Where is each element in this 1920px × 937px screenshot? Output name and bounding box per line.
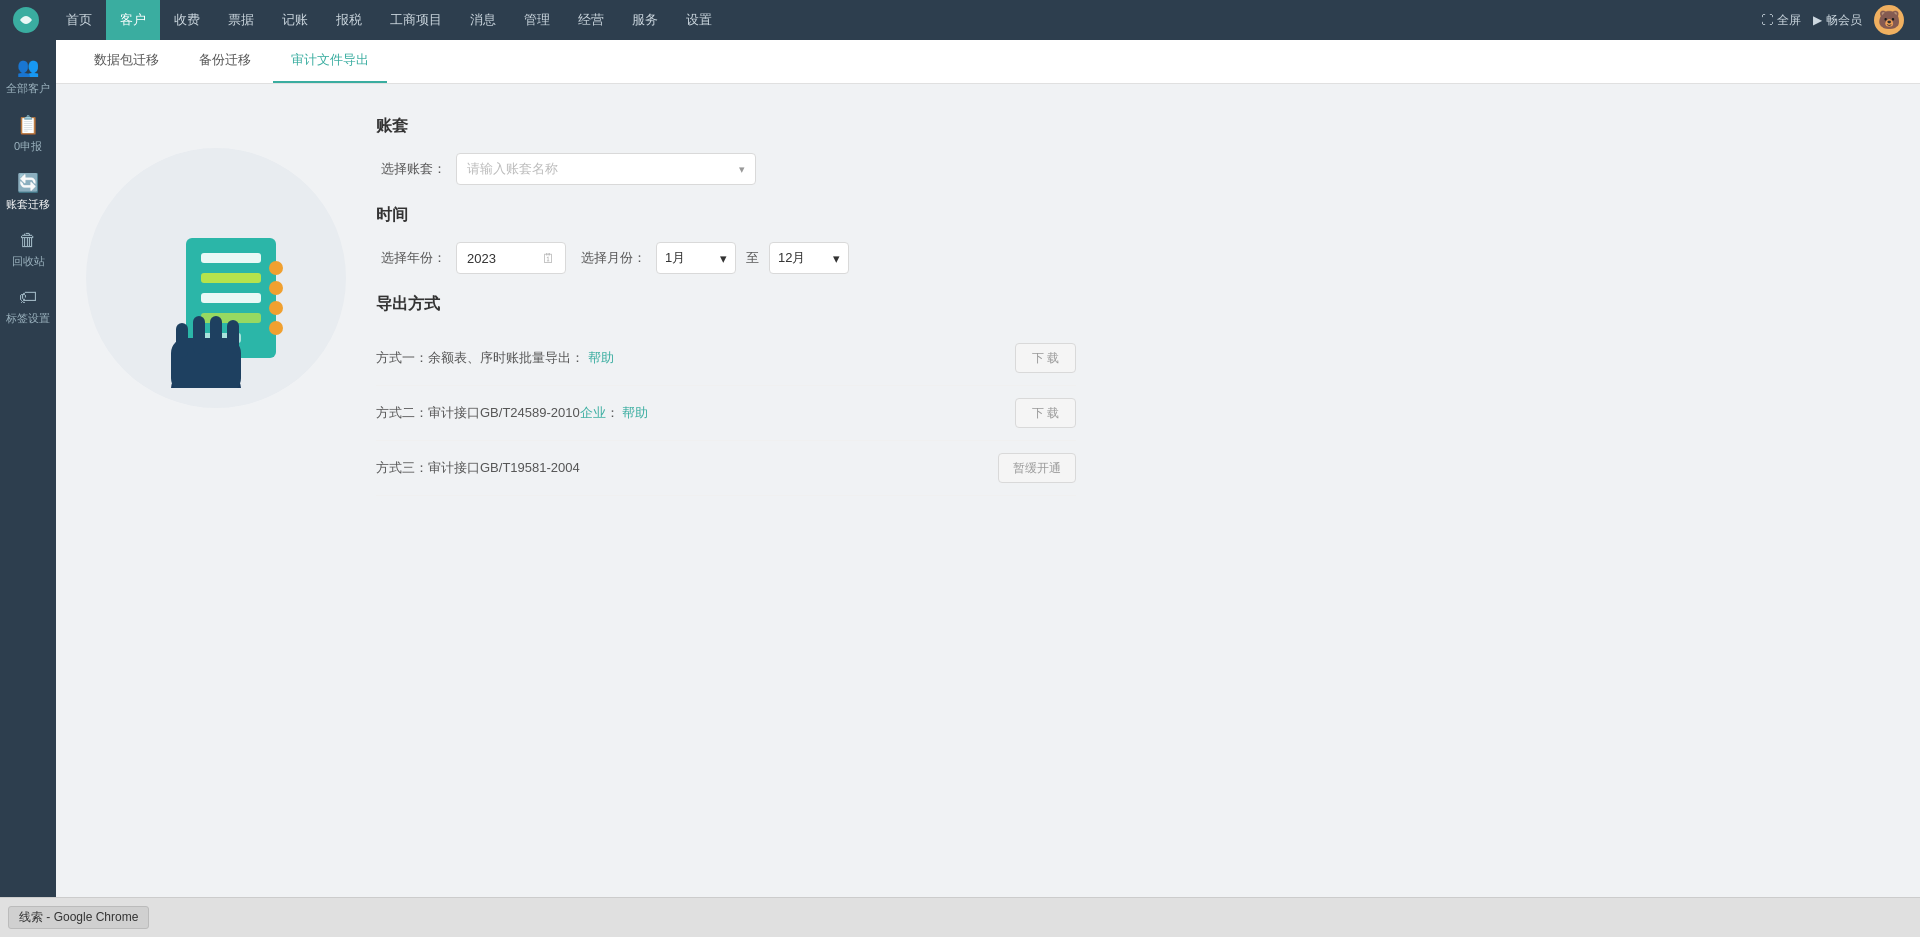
top-nav-right: ⛶ 全屏 ▶ 畅会员 🐻 (1761, 5, 1920, 35)
page-content: 账套 选择账套： 请输入账套名称 ▾ 时间 选择年份： 2023 (56, 84, 1920, 897)
svg-rect-3 (201, 273, 261, 283)
help-link-2[interactable]: 帮助 (622, 405, 648, 420)
account-select-label: 选择账套： (376, 160, 446, 178)
time-section-title: 时间 (376, 205, 1076, 226)
enterprise-label: 企业 (580, 405, 606, 420)
time-row: 选择年份： 2023 🗓 选择月份： 1月 ▾ 至 12月 ▾ (376, 242, 1076, 274)
nav-manage[interactable]: 管理 (510, 0, 564, 40)
svg-rect-2 (201, 253, 261, 263)
account-placeholder: 请输入账套名称 (467, 160, 558, 178)
chevron-down-icon: ▾ (739, 163, 745, 176)
svg-rect-13 (176, 323, 188, 358)
sidebar: 👥 全部客户 📋 0申报 🔄 账套迁移 🗑 回收站 🏷 标签设置 (0, 40, 56, 897)
month-to-value: 12月 (778, 249, 805, 267)
download-button-2[interactable]: 下 载 (1015, 398, 1076, 428)
nav-customer[interactable]: 客户 (106, 0, 160, 40)
nav-bookkeeping[interactable]: 记账 (268, 0, 322, 40)
illustration-svg (116, 168, 316, 388)
tab-data-migration[interactable]: 数据包迁移 (76, 40, 177, 83)
account-section-title: 账套 (376, 116, 1076, 137)
sidebar-item-all-customers[interactable]: 👥 全部客户 (0, 48, 56, 104)
illustration-circle (86, 148, 346, 408)
svg-rect-4 (201, 293, 261, 303)
fullscreen-button[interactable]: ⛶ 全屏 (1761, 12, 1801, 29)
chevron-down-icon-month: ▾ (720, 251, 727, 266)
open-button[interactable]: 暂缓开通 (998, 453, 1076, 483)
export-method-1-text: 方式一：余额表、序时账批量导出： 帮助 (376, 349, 614, 367)
to-text: 至 (746, 249, 759, 267)
logo[interactable] (8, 2, 44, 38)
zero-declare-icon: 📋 (17, 114, 39, 136)
export-method-2-text: 方式二：审计接口GB/T24589-2010企业： 帮助 (376, 404, 648, 422)
content-area: 数据包迁移 备份迁移 审计文件导出 (56, 40, 1920, 897)
svg-rect-16 (227, 320, 239, 354)
member-icon: ▶ (1813, 13, 1822, 27)
year-input[interactable]: 2023 🗓 (456, 242, 566, 274)
tab-audit-export[interactable]: 审计文件导出 (273, 40, 387, 83)
sidebar-item-account-migrate[interactable]: 🔄 账套迁移 (0, 164, 56, 220)
sidebar-item-recycle[interactable]: 🗑 回收站 (0, 222, 56, 277)
svg-point-10 (269, 321, 283, 335)
account-select-box[interactable]: 请输入账套名称 ▾ (456, 153, 756, 185)
nav-billing[interactable]: 收费 (160, 0, 214, 40)
month-to-select[interactable]: 12月 ▾ (769, 242, 849, 274)
fullscreen-icon: ⛶ (1761, 13, 1773, 27)
form-area: 账套 选择账套： 请输入账套名称 ▾ 时间 选择年份： 2023 (376, 108, 1076, 873)
nav-service[interactable]: 服务 (618, 0, 672, 40)
account-select-row: 选择账套： 请输入账套名称 ▾ (376, 153, 1076, 185)
nav-invoice[interactable]: 票据 (214, 0, 268, 40)
nav-home[interactable]: 首页 (52, 0, 106, 40)
export-method-3-text: 方式三：审计接口GB/T19581-2004 (376, 459, 580, 477)
month-from-label: 选择月份： (576, 249, 646, 267)
nav-business[interactable]: 工商项目 (376, 0, 456, 40)
sidebar-item-zero-declare[interactable]: 📋 0申报 (0, 106, 56, 162)
account-input-wrap: 请输入账套名称 ▾ (456, 153, 756, 185)
taskbar-chrome[interactable]: 线索 - Google Chrome (8, 906, 149, 929)
all-customers-icon: 👥 (17, 56, 39, 78)
month-from-select[interactable]: 1月 ▾ (656, 242, 736, 274)
year-label: 选择年份： (376, 249, 446, 267)
month-from-value: 1月 (665, 249, 685, 267)
export-method-1: 方式一：余额表、序时账批量导出： 帮助 下 载 (376, 331, 1076, 386)
avatar[interactable]: 🐻 (1874, 5, 1904, 35)
export-method-3: 方式三：审计接口GB/T19581-2004 暂缓开通 (376, 441, 1076, 496)
export-method-2: 方式二：审计接口GB/T24589-2010企业： 帮助 下 载 (376, 386, 1076, 441)
svg-rect-15 (210, 316, 222, 354)
help-link-1[interactable]: 帮助 (588, 350, 614, 365)
nav-tax[interactable]: 报税 (322, 0, 376, 40)
taskbar: 线索 - Google Chrome (0, 897, 1920, 937)
svg-point-7 (269, 261, 283, 275)
tab-backup-migration[interactable]: 备份迁移 (181, 40, 269, 83)
recycle-icon: 🗑 (19, 230, 37, 251)
nav-settings[interactable]: 设置 (672, 0, 726, 40)
sidebar-item-tag-settings[interactable]: 🏷 标签设置 (0, 279, 56, 334)
member-button[interactable]: ▶ 畅会员 (1813, 12, 1862, 29)
tag-settings-icon: 🏷 (19, 287, 37, 308)
year-value: 2023 (467, 251, 496, 266)
nav-message[interactable]: 消息 (456, 0, 510, 40)
export-section-title: 导出方式 (376, 294, 1076, 315)
chevron-down-icon-month-to: ▾ (833, 251, 840, 266)
calendar-icon: 🗓 (542, 251, 555, 266)
svg-point-9 (269, 301, 283, 315)
illustration-container (86, 108, 346, 873)
export-section: 导出方式 方式一：余额表、序时账批量导出： 帮助 下 载 方式二：审计接口GB/… (376, 294, 1076, 496)
download-button-1[interactable]: 下 载 (1015, 343, 1076, 373)
account-migrate-icon: 🔄 (17, 172, 39, 194)
nav-operation[interactable]: 经营 (564, 0, 618, 40)
svg-rect-14 (193, 316, 205, 354)
top-nav-items: 首页 客户 收费 票据 记账 报税 工商项目 消息 管理 经营 服务 设置 (52, 0, 1761, 40)
tabs-bar: 数据包迁移 备份迁移 审计文件导出 (56, 40, 1920, 84)
svg-point-8 (269, 281, 283, 295)
main-layout: 👥 全部客户 📋 0申报 🔄 账套迁移 🗑 回收站 🏷 标签设置 数据包迁移 备… (0, 40, 1920, 897)
top-nav: 首页 客户 收费 票据 记账 报税 工商项目 消息 管理 经营 服务 设置 ⛶ … (0, 0, 1920, 40)
